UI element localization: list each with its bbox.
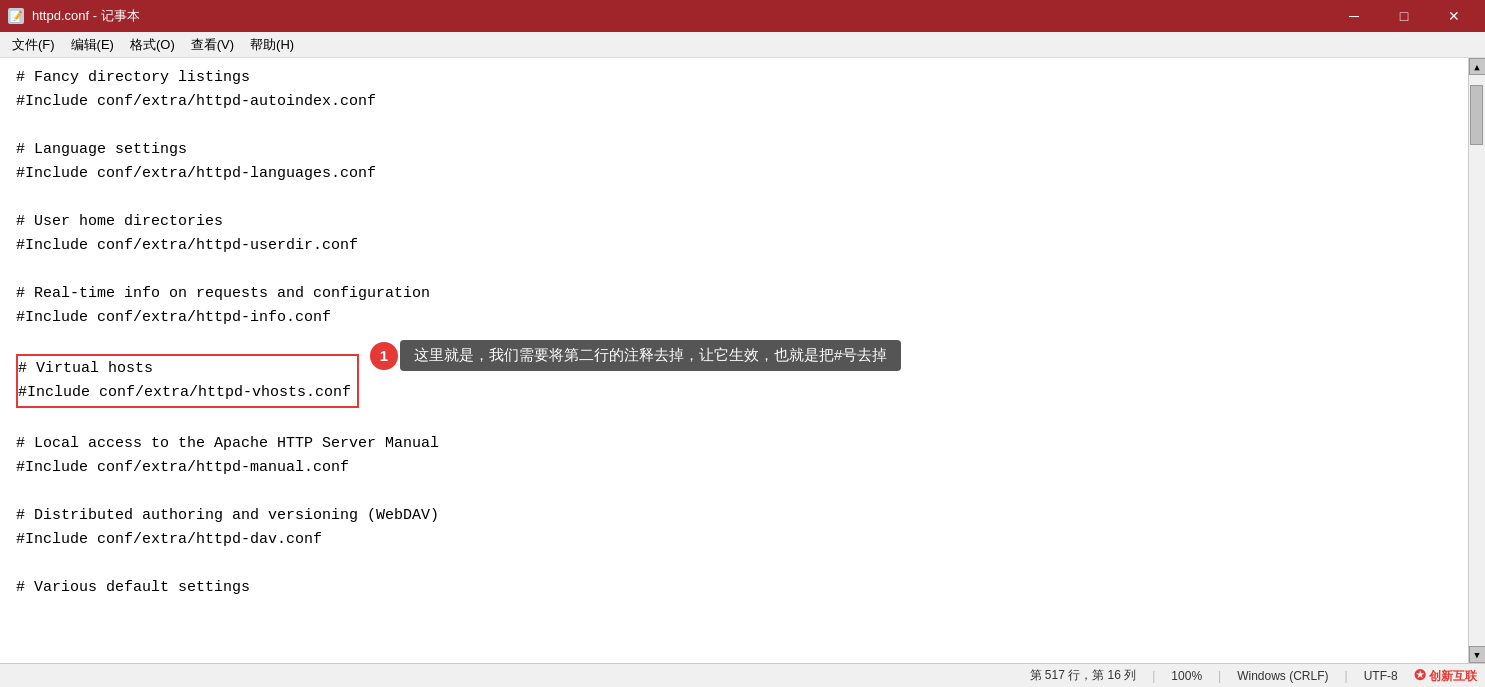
line-10: # Real-time info on requests and configu… <box>16 282 1452 306</box>
status-zoom: 100% <box>1171 669 1202 683</box>
line-7: # User home directories <box>16 210 1452 234</box>
line-2: #Include conf/extra/httpd-autoindex.conf <box>16 90 1452 114</box>
title-bar: 📝 httpd.conf - 记事本 ─ □ ✕ <box>0 0 1485 32</box>
status-charset: UTF-8 <box>1364 669 1398 683</box>
app-icon: 📝 <box>8 8 24 24</box>
line-19: # Distributed authoring and versioning (… <box>16 504 1452 528</box>
menu-edit[interactable]: 编辑(E) <box>63 34 122 56</box>
menu-file[interactable]: 文件(F) <box>4 34 63 56</box>
line-18 <box>16 480 1452 504</box>
line-17: #Include conf/extra/httpd-manual.conf <box>16 456 1452 480</box>
line-9 <box>16 258 1452 282</box>
status-encoding: Windows (CRLF) <box>1237 669 1328 683</box>
line-8: #Include conf/extra/httpd-userdir.conf <box>16 234 1452 258</box>
close-button[interactable]: ✕ <box>1431 0 1477 32</box>
line-21 <box>16 552 1452 576</box>
minimize-button[interactable]: ─ <box>1331 0 1377 32</box>
scroll-thumb[interactable] <box>1470 85 1483 145</box>
maximize-button[interactable]: □ <box>1381 0 1427 32</box>
line-1: # Fancy directory listings <box>16 66 1452 90</box>
line-5: #Include conf/extra/httpd-languages.conf <box>16 162 1452 186</box>
line-20: #Include conf/extra/httpd-dav.conf <box>16 528 1452 552</box>
scrollbar[interactable]: ▲ ▼ <box>1468 58 1485 663</box>
status-brand: ✪ 创新互联 <box>1414 667 1477 685</box>
scroll-track[interactable] <box>1469 75 1486 646</box>
line-13: # Virtual hosts <box>18 357 351 381</box>
menu-view[interactable]: 查看(V) <box>183 34 242 56</box>
menu-format[interactable]: 格式(O) <box>122 34 183 56</box>
title-bar-left: 📝 httpd.conf - 记事本 <box>8 7 140 25</box>
status-sep-1: | <box>1152 669 1155 683</box>
line-14: #Include conf/extra/httpd-vhosts.conf <box>18 381 351 405</box>
menu-bar: 文件(F) 编辑(E) 格式(O) 查看(V) 帮助(H) <box>0 32 1485 58</box>
scroll-up-button[interactable]: ▲ <box>1469 58 1486 75</box>
line-22: # Various default settings <box>16 576 1452 600</box>
line-11: #Include conf/extra/httpd-info.conf <box>16 306 1452 330</box>
line-6 <box>16 186 1452 210</box>
content-area: # Fancy directory listings #Include conf… <box>0 58 1485 663</box>
status-position: 第 517 行，第 16 列 <box>1030 667 1137 684</box>
callout-badge: 1 <box>370 342 398 370</box>
title-bar-controls: ─ □ ✕ <box>1331 0 1477 32</box>
line-4: # Language settings <box>16 138 1452 162</box>
line-3 <box>16 114 1452 138</box>
window-title: httpd.conf - 记事本 <box>32 7 140 25</box>
status-bar: 第 517 行，第 16 列 | 100% | Windows (CRLF) |… <box>0 663 1485 687</box>
menu-help[interactable]: 帮助(H) <box>242 34 302 56</box>
callout-bubble: 这里就是，我们需要将第二行的注释去掉，让它生效，也就是把#号去掉 <box>400 340 901 371</box>
status-sep-2: | <box>1218 669 1221 683</box>
scroll-down-button[interactable]: ▼ <box>1469 646 1486 663</box>
status-sep-3: | <box>1345 669 1348 683</box>
line-15 <box>16 408 1452 432</box>
line-16: # Local access to the Apache HTTP Server… <box>16 432 1452 456</box>
callout-container: 1 这里就是，我们需要将第二行的注释去掉，让它生效，也就是把#号去掉 <box>370 340 901 371</box>
